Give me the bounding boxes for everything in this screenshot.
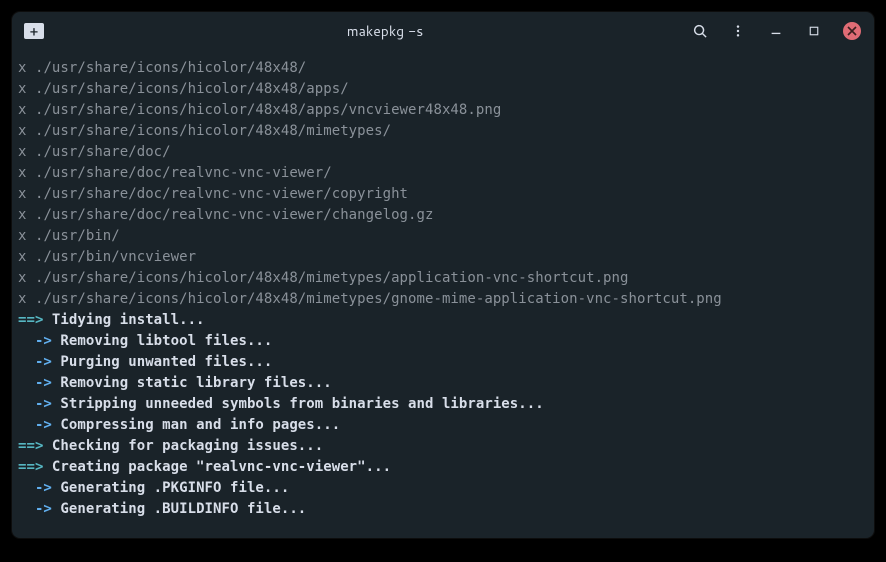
terminal-line: ==> Creating package "realvnc-vnc-viewer… — [18, 457, 868, 478]
terminal-line: -> Generating .PKGINFO file... — [18, 478, 868, 499]
search-icon — [693, 24, 708, 39]
terminal-line: x ./usr/share/doc/realvnc-vnc-viewer/cop… — [18, 184, 868, 205]
terminal-line: ==> Checking for packaging issues... — [18, 436, 868, 457]
terminal-line: x ./usr/share/doc/ — [18, 142, 868, 163]
search-button[interactable] — [688, 19, 712, 43]
terminal-line: ==> Tidying install... — [18, 310, 868, 331]
terminal-line: x ./usr/bin/vncviewer — [18, 247, 868, 268]
minimize-icon — [769, 24, 783, 38]
terminal-line: x ./usr/share/doc/realvnc-vnc-viewer/ — [18, 163, 868, 184]
close-icon — [847, 26, 857, 36]
terminal-line: x ./usr/bin/ — [18, 226, 868, 247]
terminal-line: x ./usr/share/icons/hicolor/48x48/apps/v… — [18, 100, 868, 121]
terminal-line: x ./usr/share/icons/hicolor/48x48/mimety… — [18, 289, 868, 310]
terminal-line: -> Generating .BUILDINFO file... — [18, 499, 868, 520]
terminal-line: -> Compressing man and info pages... — [18, 415, 868, 436]
kebab-menu-icon — [731, 24, 745, 38]
titlebar: + makepkg -s — [12, 12, 874, 50]
terminal-line: -> Purging unwanted files... — [18, 352, 868, 373]
terminal-line: x ./usr/share/doc/realvnc-vnc-viewer/cha… — [18, 205, 868, 226]
terminal-line: x ./usr/share/icons/hicolor/48x48/ — [18, 58, 868, 79]
new-tab-button[interactable]: + — [22, 19, 46, 43]
minimize-button[interactable] — [764, 19, 788, 43]
maximize-icon — [808, 25, 820, 37]
menu-button[interactable] — [726, 19, 750, 43]
terminal-line: x ./usr/share/icons/hicolor/48x48/mimety… — [18, 268, 868, 289]
window-title: makepkg -s — [90, 21, 680, 41]
terminal-line: x ./usr/share/icons/hicolor/48x48/mimety… — [18, 121, 868, 142]
terminal-line: -> Removing static library files... — [18, 373, 868, 394]
terminal-line: x ./usr/share/icons/hicolor/48x48/apps/ — [18, 79, 868, 100]
maximize-button[interactable] — [802, 19, 826, 43]
close-button[interactable] — [840, 19, 864, 43]
terminal-line: -> Stripping unneeded symbols from binar… — [18, 394, 868, 415]
terminal-output[interactable]: x ./usr/share/icons/hicolor/48x48/x ./us… — [12, 50, 874, 538]
terminal-window: + makepkg -s — [12, 12, 874, 538]
terminal-line: -> Removing libtool files... — [18, 331, 868, 352]
